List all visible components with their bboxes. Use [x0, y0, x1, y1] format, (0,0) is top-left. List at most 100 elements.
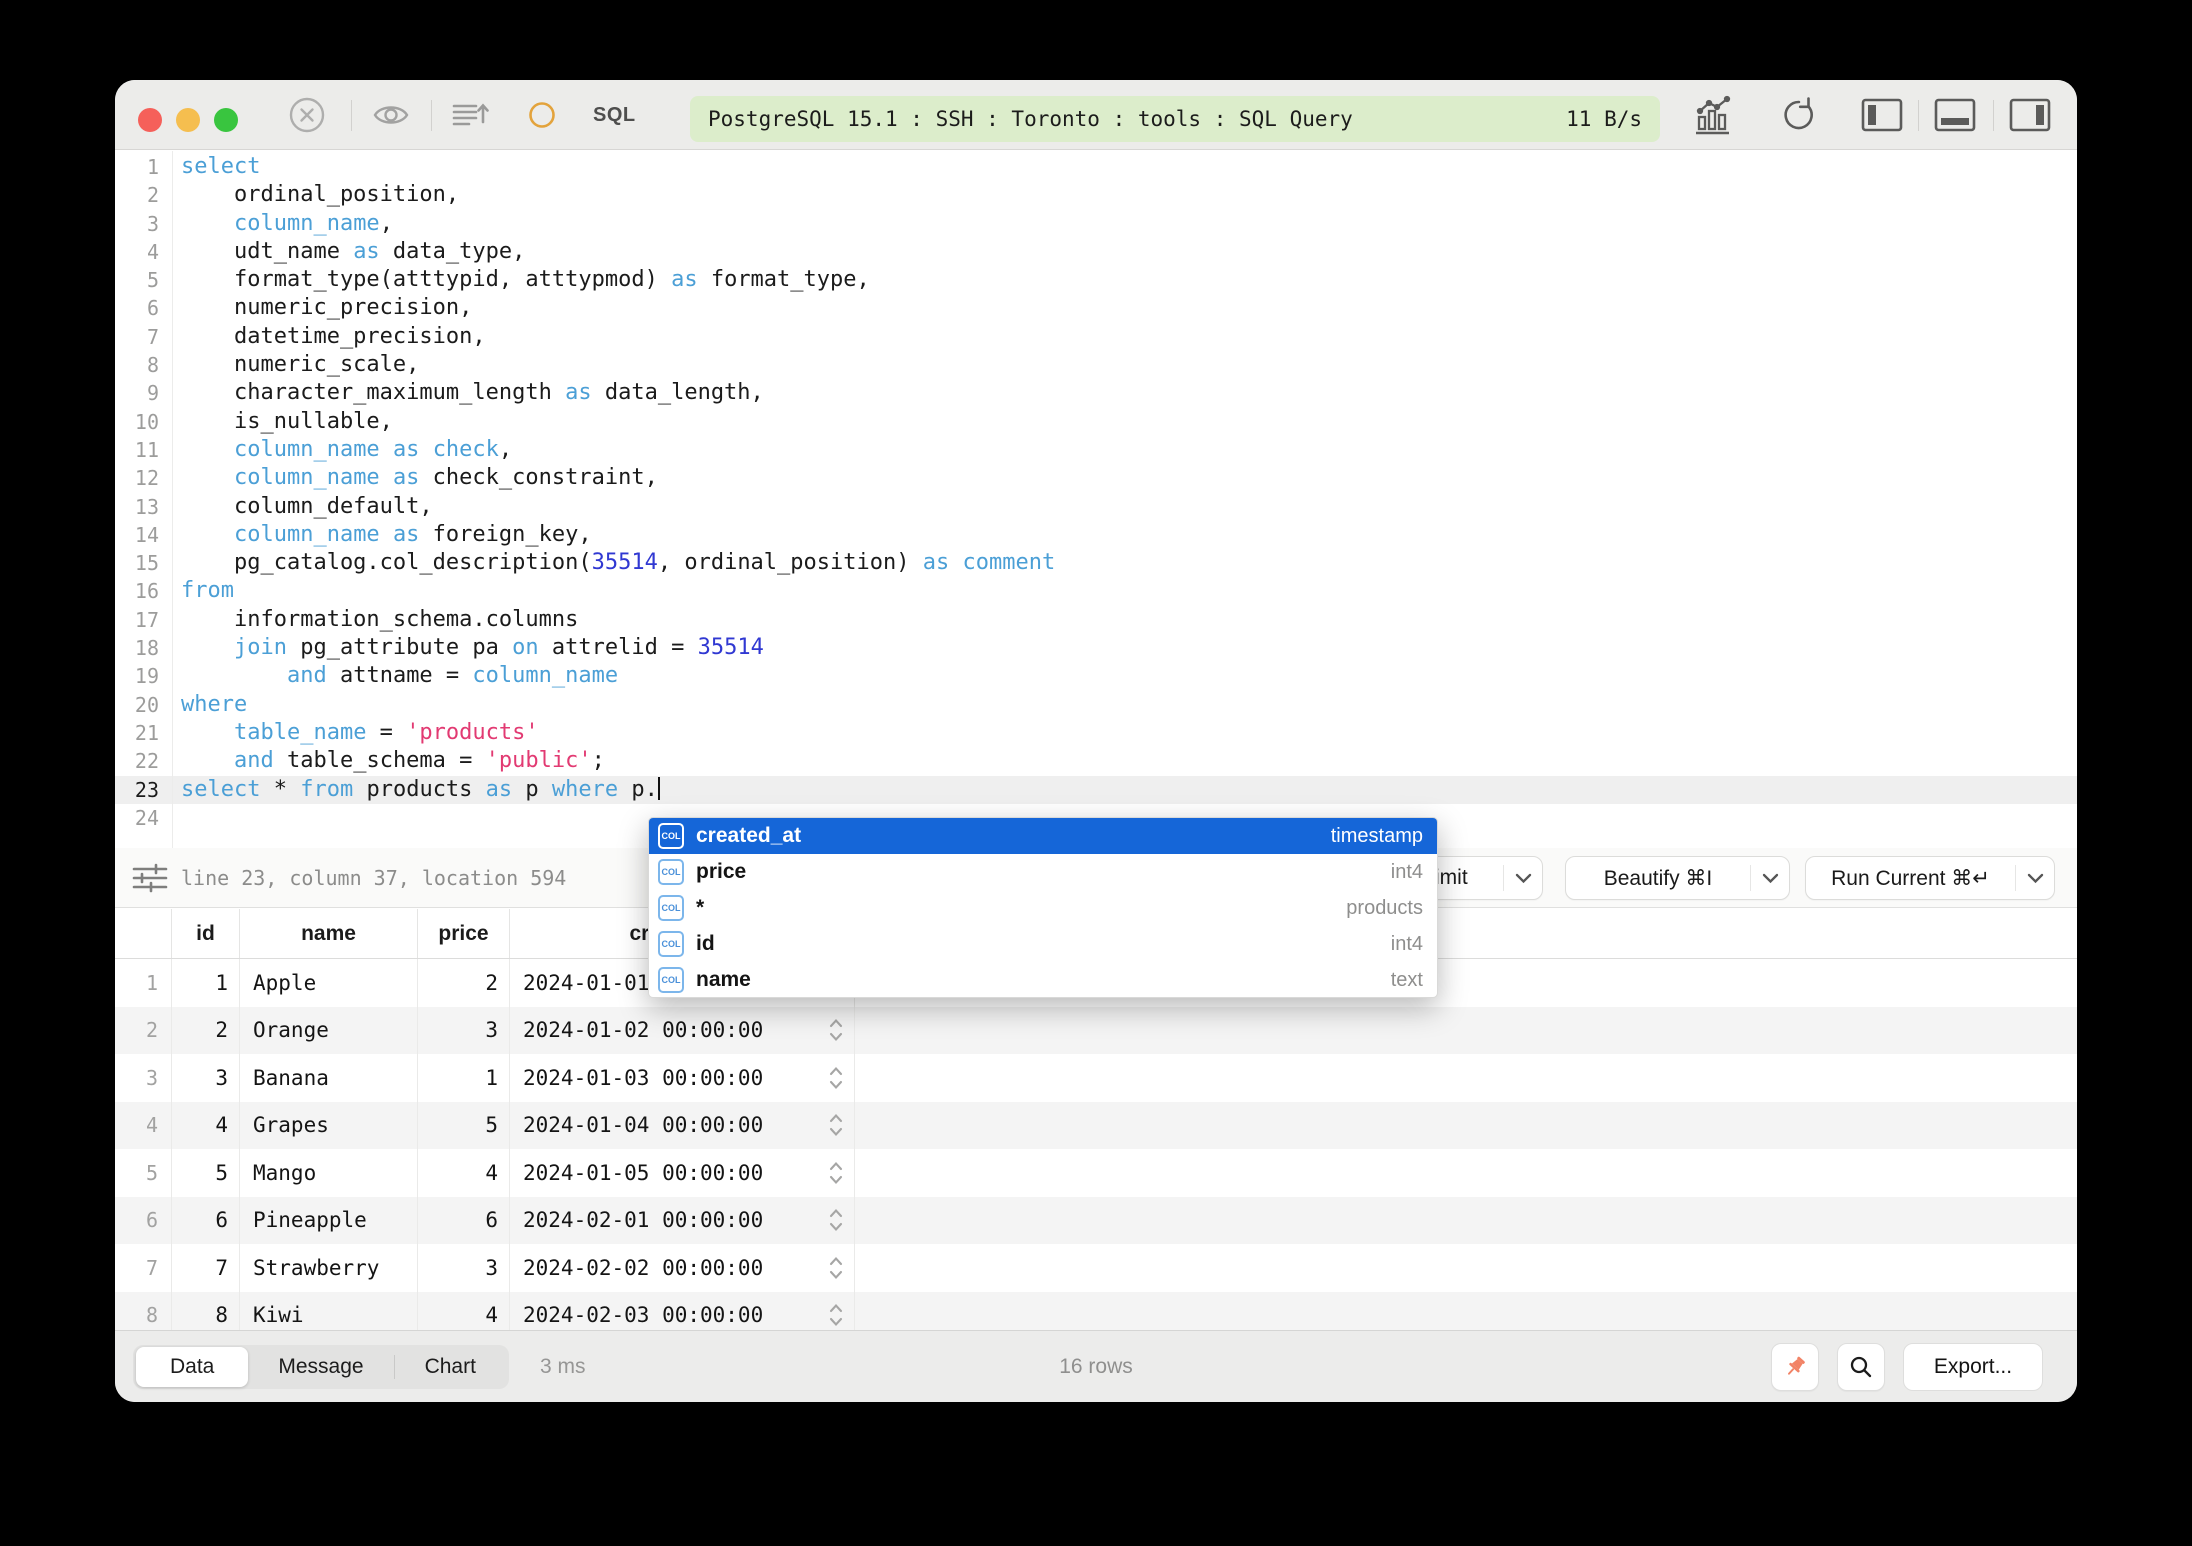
table-row[interactable]: 22Orange32024-01-02 00:00:00	[115, 1007, 2077, 1055]
editor-settings-icon[interactable]	[131, 862, 169, 894]
cell-name[interactable]: Grapes	[240, 1102, 418, 1150]
code-line[interactable]: 1select	[115, 153, 2077, 181]
autocomplete-item[interactable]: COLcreated_attimestamp	[649, 818, 1437, 854]
table-row[interactable]: 88Kiwi42024-02-03 00:00:00	[115, 1292, 2077, 1331]
tab-message[interactable]: Message	[248, 1348, 393, 1386]
cell-id[interactable]: 1	[172, 959, 240, 1007]
autocomplete-item[interactable]: COLnametext	[649, 962, 1437, 998]
panel-bottom-icon[interactable]	[1934, 98, 1976, 132]
cell-name[interactable]: Orange	[240, 1007, 418, 1055]
search-results-button[interactable]	[1837, 1343, 1885, 1391]
code-line[interactable]: 3 column_name,	[115, 210, 2077, 238]
cell-price[interactable]: 2	[418, 959, 510, 1007]
column-header-name[interactable]: name	[240, 909, 418, 958]
cell-price[interactable]: 4	[418, 1292, 510, 1331]
preview-eye-icon[interactable]	[367, 91, 415, 139]
column-header-price[interactable]: price	[418, 909, 510, 958]
code-line[interactable]: 13 column_default,	[115, 493, 2077, 521]
code-line[interactable]: 6 numeric_precision,	[115, 294, 2077, 322]
code-line[interactable]: 20where	[115, 691, 2077, 719]
code-line[interactable]: 7 datetime_precision,	[115, 323, 2077, 351]
run-current-button[interactable]: Run Current ⌘↵	[1805, 856, 2055, 900]
table-row[interactable]: 55Mango42024-01-05 00:00:00	[115, 1149, 2077, 1197]
cell-name[interactable]: Kiwi	[240, 1292, 418, 1331]
datetime-stepper[interactable]	[828, 1016, 844, 1044]
cell-name[interactable]: Pineapple	[240, 1197, 418, 1245]
code-line[interactable]: 18 join pg_attribute pa on attrelid = 35…	[115, 634, 2077, 662]
column-header-id[interactable]: id	[172, 909, 240, 958]
sql-editor[interactable]: 1select2 ordinal_position,3 column_name,…	[115, 151, 2077, 848]
cell-price[interactable]: 1	[418, 1054, 510, 1102]
cell-id[interactable]: 7	[172, 1244, 240, 1292]
code-line[interactable]: 22 and table_schema = 'public';	[115, 747, 2077, 775]
chevron-down-icon[interactable]	[1751, 873, 1789, 884]
cell-id[interactable]: 5	[172, 1149, 240, 1197]
code-line[interactable]: 15 pg_catalog.col_description(35514, ord…	[115, 549, 2077, 577]
export-button[interactable]: Export...	[1903, 1343, 2043, 1391]
pin-result-button[interactable]	[1771, 1343, 1819, 1391]
table-row[interactable]: 66Pineapple62024-02-01 00:00:00	[115, 1197, 2077, 1245]
cell-name[interactable]: Apple	[240, 959, 418, 1007]
table-row[interactable]: 77Strawberry32024-02-02 00:00:00	[115, 1244, 2077, 1292]
table-row[interactable]: 33Banana12024-01-03 00:00:00	[115, 1054, 2077, 1102]
cell-created-at[interactable]: 2024-01-05 00:00:00	[510, 1149, 855, 1197]
code-line[interactable]: 12 column_name as check_constraint,	[115, 464, 2077, 492]
cell-created-at[interactable]: 2024-02-01 00:00:00	[510, 1197, 855, 1245]
cell-created-at[interactable]: 2024-02-02 00:00:00	[510, 1244, 855, 1292]
minimize-window-button[interactable]	[176, 108, 200, 132]
code-line[interactable]: 4 udt_name as data_type,	[115, 238, 2077, 266]
cell-price[interactable]: 3	[418, 1007, 510, 1055]
close-window-button[interactable]	[138, 108, 162, 132]
cell-id[interactable]: 6	[172, 1197, 240, 1245]
autocomplete-item[interactable]: COL*products	[649, 890, 1437, 926]
chart-icon[interactable]	[1691, 93, 1737, 137]
panel-left-icon[interactable]	[1861, 98, 1903, 132]
code-line[interactable]: 10 is_nullable,	[115, 408, 2077, 436]
cell-id[interactable]: 8	[172, 1292, 240, 1331]
close-tab-icon[interactable]	[283, 91, 331, 139]
cell-created-at[interactable]: 2024-02-03 00:00:00	[510, 1292, 855, 1331]
cell-id[interactable]: 2	[172, 1007, 240, 1055]
code-line[interactable]: 19 and attname = column_name	[115, 662, 2077, 690]
datetime-stepper[interactable]	[828, 1111, 844, 1139]
code-line[interactable]: 14 column_name as foreign_key,	[115, 521, 2077, 549]
cell-price[interactable]: 5	[418, 1102, 510, 1150]
table-row[interactable]: 44Grapes52024-01-04 00:00:00	[115, 1102, 2077, 1150]
cell-created-at[interactable]: 2024-01-03 00:00:00	[510, 1054, 855, 1102]
cell-price[interactable]: 4	[418, 1149, 510, 1197]
cell-created-at[interactable]: 2024-01-04 00:00:00	[510, 1102, 855, 1150]
code-line[interactable]: 2 ordinal_position,	[115, 181, 2077, 209]
chevron-down-icon[interactable]	[2016, 873, 2054, 884]
autocomplete-item[interactable]: COLpriceint4	[649, 854, 1437, 890]
code-line[interactable]: 23select * from products as p where p.	[115, 776, 2077, 804]
cell-created-at[interactable]: 2024-01-02 00:00:00	[510, 1007, 855, 1055]
datetime-stepper[interactable]	[828, 1159, 844, 1187]
cell-name[interactable]: Banana	[240, 1054, 418, 1102]
autocomplete-item[interactable]: COLidint4	[649, 926, 1437, 962]
cell-name[interactable]: Mango	[240, 1149, 418, 1197]
refresh-icon[interactable]	[1777, 93, 1821, 137]
datetime-stepper[interactable]	[828, 1206, 844, 1234]
datetime-stepper[interactable]	[828, 1254, 844, 1282]
panel-right-icon[interactable]	[2009, 98, 2051, 132]
cell-price[interactable]: 6	[418, 1197, 510, 1245]
chevron-down-icon[interactable]	[1504, 873, 1542, 884]
code-line[interactable]: 16from	[115, 577, 2077, 605]
beautify-button[interactable]: Beautify ⌘I	[1565, 856, 1790, 900]
code-line[interactable]: 8 numeric_scale,	[115, 351, 2077, 379]
cell-price[interactable]: 3	[418, 1244, 510, 1292]
zoom-window-button[interactable]	[214, 108, 238, 132]
datetime-stepper[interactable]	[828, 1064, 844, 1092]
code-line[interactable]: 5 format_type(atttypid, atttypmod) as fo…	[115, 266, 2077, 294]
tab-chart[interactable]: Chart	[395, 1348, 506, 1386]
datetime-stepper[interactable]	[828, 1301, 844, 1329]
cell-id[interactable]: 4	[172, 1102, 240, 1150]
code-line[interactable]: 17 information_schema.columns	[115, 606, 2077, 634]
code-line[interactable]: 21 table_name = 'products'	[115, 719, 2077, 747]
cell-id[interactable]: 3	[172, 1054, 240, 1102]
cell-name[interactable]: Strawberry	[240, 1244, 418, 1292]
code-line[interactable]: 11 column_name as check,	[115, 436, 2077, 464]
code-line[interactable]: 9 character_maximum_length as data_lengt…	[115, 379, 2077, 407]
tab-data[interactable]: Data	[136, 1347, 248, 1387]
query-history-icon[interactable]	[445, 91, 495, 139]
